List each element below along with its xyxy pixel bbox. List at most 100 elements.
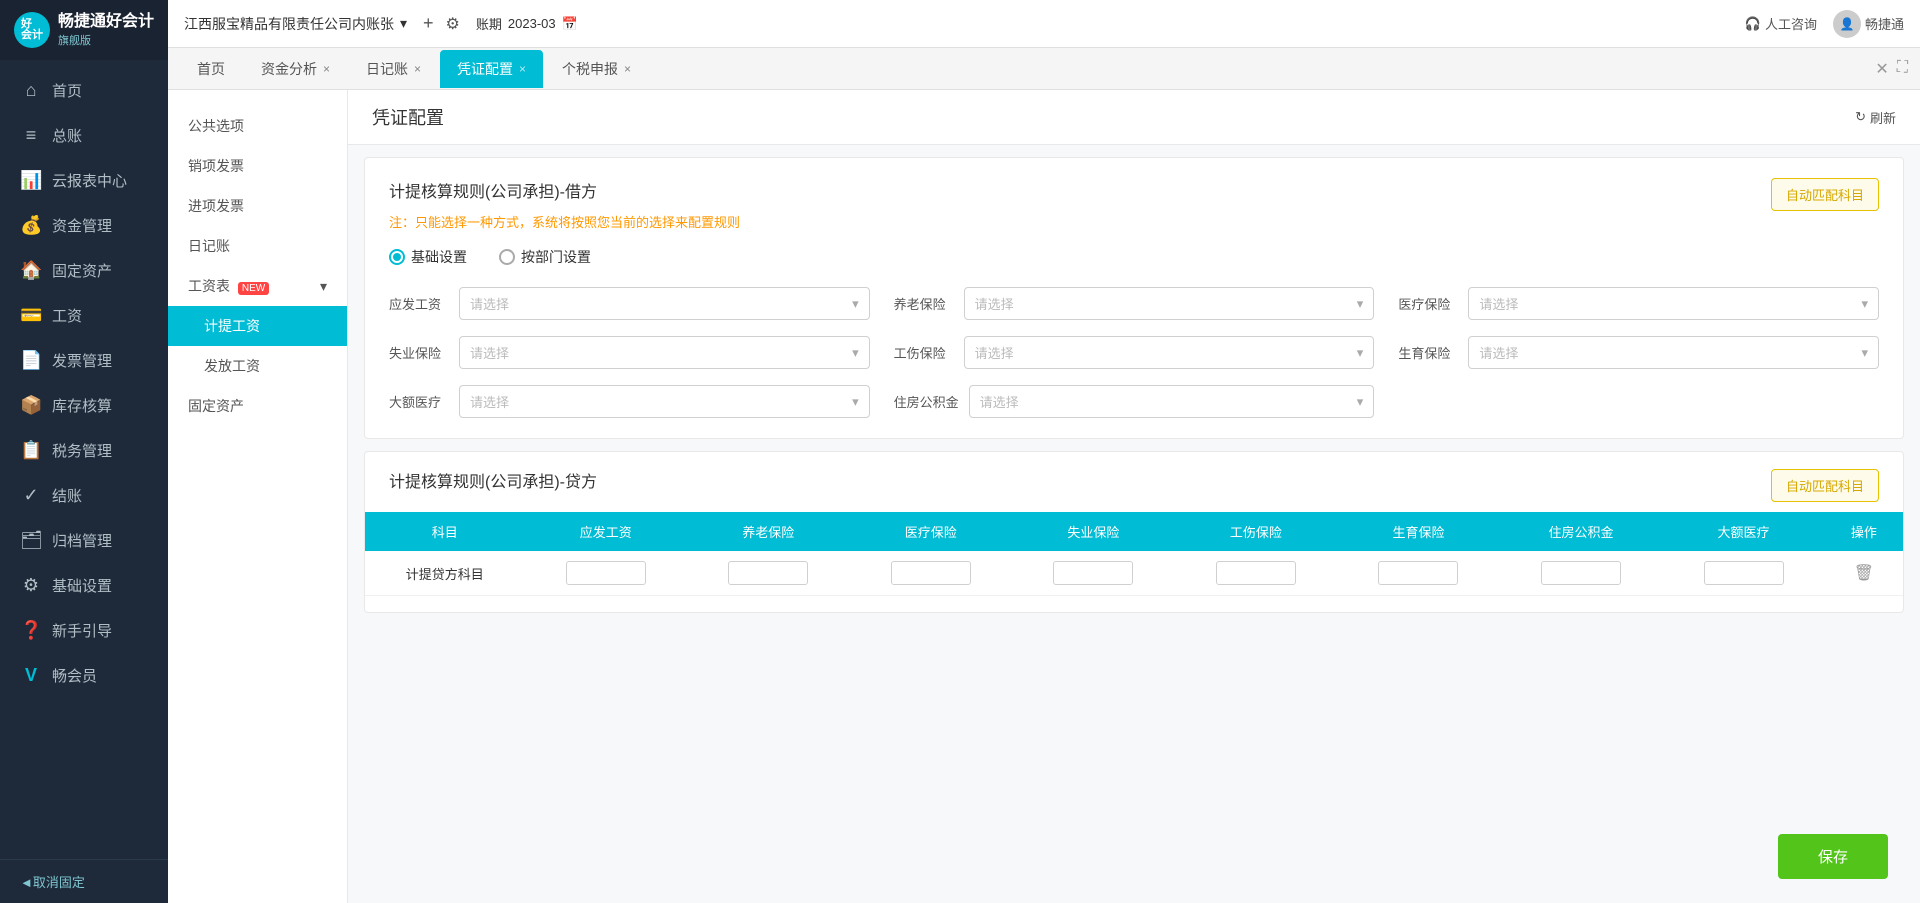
cell-action: 🗑 <box>1825 551 1903 596</box>
unpin-button[interactable]: ◄取消固定 <box>0 859 168 903</box>
injury-chevron-icon: ▾ <box>1357 345 1364 361</box>
left-panel-salary-table[interactable]: 工资表 NEW ▾ <box>168 266 347 306</box>
sidebar-item-home[interactable]: ⌂ 首页 <box>0 68 168 113</box>
company-selector[interactable]: 江西服宝精品有限责任公司内账张 ▾ <box>184 14 407 34</box>
tab-capital-analysis[interactable]: 资金分析 × <box>244 50 347 88</box>
input-pension[interactable] <box>728 561 808 585</box>
th-injury: 工伤保险 <box>1175 512 1338 551</box>
field-pension: 养老保险 请选择 ▾ <box>894 287 1375 320</box>
input-housing[interactable] <box>1541 561 1621 585</box>
th-pension: 养老保险 <box>687 512 850 551</box>
medical-chevron-icon: ▾ <box>1861 296 1868 312</box>
cell-medical <box>850 551 1013 596</box>
th-maternity: 生育保险 <box>1337 512 1500 551</box>
sidebar-item-tax[interactable]: 📋 税务管理 <box>0 428 168 473</box>
injury-select[interactable]: 请选择 ▾ <box>964 336 1375 369</box>
capital-icon: 💰 <box>20 215 42 236</box>
radio-basic-circle <box>389 249 405 265</box>
tab-capital-close[interactable]: × <box>323 62 330 76</box>
left-panel-fixed-assets[interactable]: 固定资产 <box>168 386 347 426</box>
left-panel-salary-payment[interactable]: 发放工资 <box>168 346 347 386</box>
housing-fund-select[interactable]: 请选择 ▾ <box>969 385 1375 418</box>
period-label: 账期 <box>476 14 502 33</box>
expand-icon: ▾ <box>320 278 327 295</box>
left-panel-sales-invoice[interactable]: 销项发票 <box>168 146 347 186</box>
left-panel-journal[interactable]: 日记账 <box>168 226 347 266</box>
sidebar-item-close[interactable]: ✓ 结账 <box>0 473 168 518</box>
salary-table-label: 工资表 NEW <box>188 276 269 296</box>
sidebar-item-guide[interactable]: ❓ 新手引导 <box>0 608 168 653</box>
sidebar-item-inventory[interactable]: 📦 库存核算 <box>0 383 168 428</box>
left-panel-purchase-invoice[interactable]: 进项发票 <box>168 186 347 226</box>
delete-row-button[interactable]: 🗑 <box>1854 565 1874 582</box>
tab-expand-icon[interactable]: ⛶ <box>1897 59 1908 79</box>
debit-section: 计提核算规则(公司承担)-借方 注：只能选择一种方式，系统将按照您当前的选择来配… <box>364 157 1904 439</box>
input-unemployment[interactable] <box>1053 561 1133 585</box>
inventory-icon: 📦 <box>20 395 42 416</box>
cell-gross-salary <box>524 551 687 596</box>
input-gross-salary[interactable] <box>566 561 646 585</box>
credit-auto-match-button[interactable]: 自动匹配科目 <box>1771 469 1879 502</box>
radio-basic-setting[interactable]: 基础设置 <box>389 247 467 267</box>
sidebar-menu: ⌂ 首页 ≡ 总账 📊 云报表中心 💰 资金管理 🏠 固定资产 💳 工资 📄 发… <box>0 60 168 859</box>
company-name: 江西服宝精品有限责任公司内账张 <box>184 14 394 34</box>
tab-journal[interactable]: 日记账 × <box>349 50 438 88</box>
archive-icon: 🗂 <box>20 530 42 551</box>
radio-dept-setting[interactable]: 按部门设置 <box>499 247 591 267</box>
major-medical-select[interactable]: 请选择 ▾ <box>459 385 870 418</box>
debit-section-note: 注：只能选择一种方式，系统将按照您当前的选择来配置规则 <box>389 212 1771 231</box>
save-btn-container: 保存 <box>1778 834 1888 879</box>
tab-tax-report[interactable]: 个税申报 × <box>545 50 648 88</box>
field-injury: 工伤保险 请选择 ▾ <box>894 336 1375 369</box>
tax-icon: 📋 <box>20 440 42 461</box>
input-medical[interactable] <box>891 561 971 585</box>
radio-group: 基础设置 按部门设置 <box>389 247 1879 267</box>
input-major-medical[interactable] <box>1704 561 1784 585</box>
support-button[interactable]: 🎧 人工咨询 <box>1745 14 1817 33</box>
right-content: 凭证配置 ↻ 刷新 计提核算规则(公司承担)-借方 注：只能选择一种方式，系统将… <box>348 90 1920 903</box>
unemployment-select[interactable]: 请选择 ▾ <box>459 336 870 369</box>
sidebar-item-assets[interactable]: 🏠 固定资产 <box>0 248 168 293</box>
sidebar-item-invoice[interactable]: 📄 发票管理 <box>0 338 168 383</box>
sidebar-item-member[interactable]: V 畅会员 <box>0 653 168 698</box>
tab-voucher-close[interactable]: × <box>519 62 526 76</box>
refresh-button[interactable]: ↻ 刷新 <box>1855 108 1896 127</box>
left-panel-public-options[interactable]: 公共选项 <box>168 106 347 146</box>
radio-dept-circle <box>499 249 515 265</box>
sidebar-item-reports[interactable]: 📊 云报表中心 <box>0 158 168 203</box>
sidebar-item-ledger[interactable]: ≡ 总账 <box>0 113 168 158</box>
add-company-button[interactable]: + <box>423 13 434 34</box>
maternity-select[interactable]: 请选择 ▾ <box>1468 336 1879 369</box>
calendar-icon[interactable]: 📅 <box>562 16 578 32</box>
tab-voucher-config[interactable]: 凭证配置 × <box>440 50 543 88</box>
pension-select[interactable]: 请选择 ▾ <box>964 287 1375 320</box>
medical-select[interactable]: 请选择 ▾ <box>1468 287 1879 320</box>
left-panel-salary-accrual[interactable]: 计提工资 <box>168 306 347 346</box>
save-button[interactable]: 保存 <box>1778 834 1888 879</box>
topbar-settings-icon[interactable]: ⚙ <box>446 14 460 34</box>
debit-auto-match-button[interactable]: 自动匹配科目 <box>1771 178 1879 211</box>
sidebar-item-archive[interactable]: 🗂 归档管理 <box>0 518 168 563</box>
gross-salary-select[interactable]: 请选择 ▾ <box>459 287 870 320</box>
tab-home[interactable]: 首页 <box>180 50 242 88</box>
field-maternity: 生育保险 请选择 ▾ <box>1398 336 1879 369</box>
user-profile[interactable]: 👤 畅捷通 <box>1833 10 1904 38</box>
input-maternity[interactable] <box>1378 561 1458 585</box>
sidebar-item-salary[interactable]: 💳 工资 <box>0 293 168 338</box>
maternity-chevron-icon: ▾ <box>1861 345 1868 361</box>
cell-injury <box>1175 551 1338 596</box>
major-medical-chevron-icon: ▾ <box>852 394 859 410</box>
housing-fund-label: 住房公积金 <box>894 392 959 411</box>
tab-close-all-icon[interactable]: ✕ <box>1875 59 1888 79</box>
input-injury[interactable] <box>1216 561 1296 585</box>
guide-icon: ❓ <box>20 620 42 641</box>
credit-section: 计提核算规则(公司承担)-贷方 自动匹配科目 科目 应发工资 养老保险 医疗保险… <box>364 451 1904 613</box>
close-period-icon: ✓ <box>20 485 42 506</box>
period-value: 2023-03 <box>508 16 556 31</box>
tab-journal-close[interactable]: × <box>414 62 421 76</box>
tab-tax-close[interactable]: × <box>624 62 631 76</box>
sidebar-item-capital[interactable]: 💰 资金管理 <box>0 203 168 248</box>
sidebar-item-settings[interactable]: ⚙ 基础设置 <box>0 563 168 608</box>
main-area: 江西服宝精品有限责任公司内账张 ▾ + ⚙ 账期 2023-03 📅 🎧 人工咨… <box>168 0 1920 903</box>
table-row: 计提贷方科目 <box>365 551 1903 596</box>
